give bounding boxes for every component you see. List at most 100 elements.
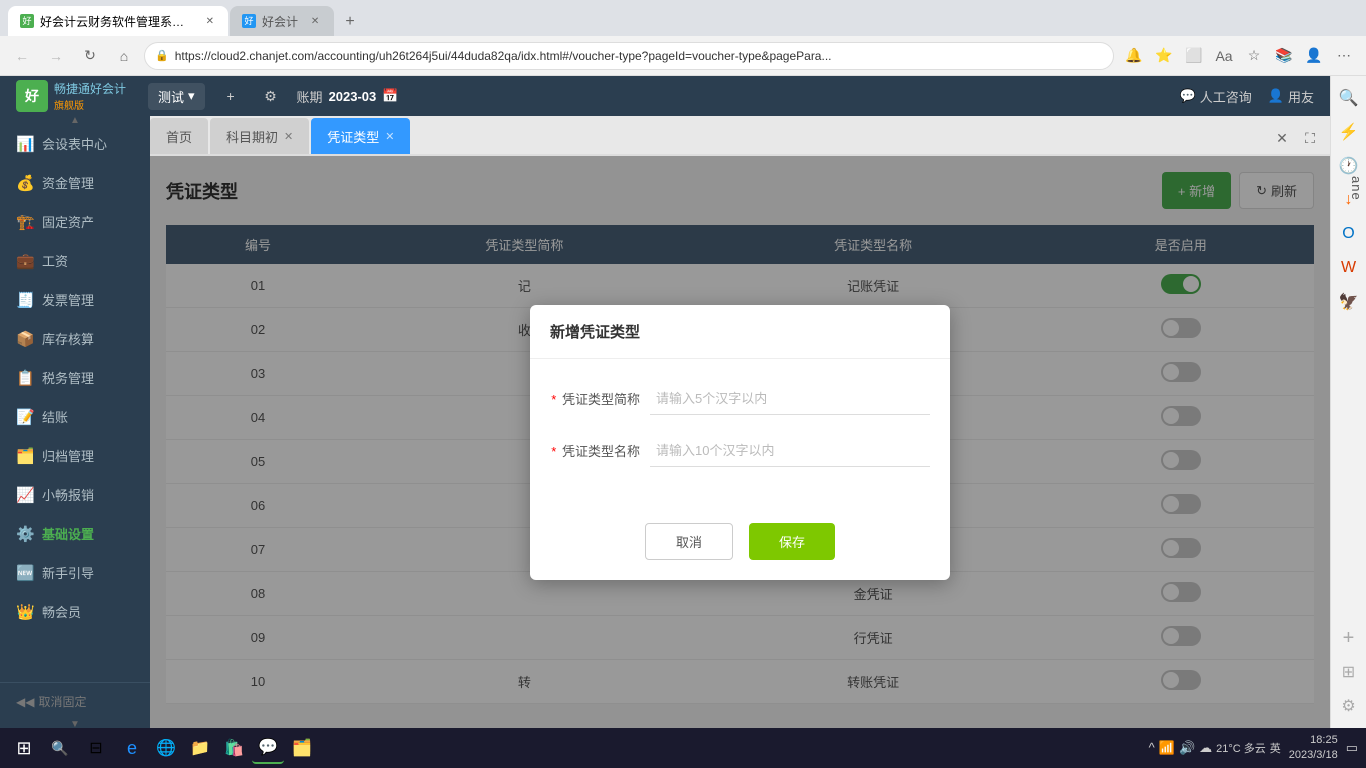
more-button[interactable]: ⋯ [1330,42,1358,70]
tab-minimize-btn[interactable]: ✕ [1270,126,1294,150]
bookmark-button[interactable]: ⭐ [1150,42,1178,70]
favorites-button[interactable]: ☆ [1240,42,1268,70]
start-button[interactable]: ⊞ [8,732,40,764]
extensions-button[interactable]: 🔔 [1120,42,1148,70]
new-tab-button[interactable]: + [336,8,364,36]
address-bar[interactable]: 🔒 https://cloud2.chanjet.com/accounting/… [144,42,1114,70]
save-button[interactable]: 保存 [749,523,835,560]
taskbar-app-view[interactable]: ⊟ [80,732,112,764]
taskbar-pinned-apps: e 🌐 📁 🛍️ 💬 🗂️ [116,732,318,764]
plus-sidebar-btn[interactable]: + [1335,624,1363,652]
browser-tab-inactive[interactable]: 好 好会计 ✕ [230,6,334,36]
sidebar-label-inventory: 库存核算 [42,329,94,348]
abbr-form-row: * 凭证类型简称 [550,383,930,415]
tab-close-2[interactable]: ✕ [308,14,322,28]
browser-tab-active[interactable]: 好 好会计云财务软件管理系统_会计 ✕ [8,6,228,36]
tray-volume[interactable]: 🔊 [1179,740,1195,756]
name-label: * 凭证类型名称 [550,441,650,460]
grid-sidebar-btn[interactable]: ⊞ [1335,658,1363,686]
account-button[interactable]: 👤 [1300,42,1328,70]
lock-icon: 🔒 [155,49,169,62]
taskbar-files-app[interactable]: 📁 [184,732,216,764]
user-btn[interactable]: 👤 用友 [1268,87,1314,106]
sidebar: ▲ 📊 会设表中心 💰 资金管理 🏗️ 固定资产 💼 工资 🧾 发票管理 [0,116,150,728]
sidebar-item-report[interactable]: 📈 小畅报销 [0,475,150,514]
company-selector[interactable]: 测试 ▾ [148,83,205,110]
modal-overlay: 新增凭证类型 * 凭证类型简称 [150,156,1330,728]
tray-icons: ^ 📶 🔊 ☁ 21°C 多云 英 [1149,740,1281,756]
cancel-button[interactable]: 取消 [645,523,733,560]
sidebar-scroll-down[interactable]: ▼ [0,720,150,728]
sidebar-item-settlement[interactable]: 📝 结账 [0,397,150,436]
add-voucher-type-modal: 新增凭证类型 * 凭证类型简称 [530,305,950,580]
home-button[interactable]: ⌂ [110,42,138,70]
sidebar-item-assets[interactable]: 🏗️ 固定资产 [0,202,150,241]
sidebar-item-guide[interactable]: 🆕 新手引导 [0,553,150,592]
tab-title-1: 好会计云财务软件管理系统_会计 [40,13,194,30]
sidebar-scroll-up[interactable]: ▲ [0,116,150,124]
taskbar-store-app[interactable]: 🛍️ [218,732,250,764]
member-icon: 👑 [16,603,34,621]
tab-controls: ✕ ⛶ [1262,126,1330,154]
search-sidebar-btn[interactable]: 🔍 [1335,84,1363,112]
sidebar-item-archive[interactable]: 🗂️ 归档管理 [0,436,150,475]
add-company-btn[interactable]: + [217,82,245,110]
forward-button[interactable]: → [42,42,70,70]
sidebar-item-member[interactable]: 👑 畅会员 [0,592,150,631]
tab-home[interactable]: 首页 [150,118,208,154]
tab-voucher-type[interactable]: 凭证类型 ✕ [311,118,410,154]
tray-chevron[interactable]: ^ [1149,740,1155,756]
sidebar-footer[interactable]: ◀◀ 取消固定 [0,682,150,720]
tab-close-1[interactable]: ✕ [204,14,216,28]
tray-network[interactable]: 📶 [1159,740,1175,756]
tab-voucher-close[interactable]: ✕ [385,130,394,143]
consult-icon: 💬 [1180,88,1196,104]
tools-sidebar-btn[interactable]: 🦅 [1335,288,1363,316]
tab-subject-close[interactable]: ✕ [284,130,293,143]
sidebar-label-guide: 新手引导 [42,563,94,582]
tab-subject[interactable]: 科目期初 ✕ [210,118,309,154]
sidebar-label-settlement: 结账 [42,407,68,426]
name-form-row: * 凭证类型名称 [550,435,930,467]
show-desktop-btn[interactable]: ▭ [1346,740,1358,756]
abbr-input[interactable] [650,383,930,415]
report-icon: 📈 [16,486,34,504]
sidebar-label-dashboard: 会设表中心 [42,134,107,153]
sidebar-item-tax[interactable]: 📋 税务管理 [0,358,150,397]
settings-header-btn[interactable]: ⚙ [257,82,285,110]
taskbar-weixin-app[interactable]: 💬 [252,732,284,764]
logo-icon: 好 [16,80,48,112]
settings-sidebar-btn[interactable]: ⚙ [1335,692,1363,720]
taskbar-search-btn[interactable]: 🔍 [44,732,76,764]
dashboard-icon: 📊 [16,135,34,153]
collections-button[interactable]: 📚 [1270,42,1298,70]
sidebar-item-settings[interactable]: ⚙️ 基础设置 [0,514,150,553]
back-button[interactable]: ← [8,42,36,70]
tab-groups-button[interactable]: ⬜ [1180,42,1208,70]
taskbar-chrome-app[interactable]: 🌐 [150,732,182,764]
zoom-button[interactable]: Aa [1210,42,1238,70]
taskbar-folder-app[interactable]: 🗂️ [286,732,318,764]
name-input[interactable] [650,435,930,467]
ane-label: ane [1349,176,1364,201]
period-calendar-icon[interactable]: 📅 [382,88,398,104]
sidebar-item-dashboard[interactable]: 📊 会设表中心 [0,124,150,163]
sidebar-item-inventory[interactable]: 📦 库存核算 [0,319,150,358]
sidebar-item-salary[interactable]: 💼 工资 [0,241,150,280]
sidebar-item-capital[interactable]: 💰 资金管理 [0,163,150,202]
save-label: 保存 [779,535,805,550]
content-area: 凭证类型 + 新增 ↻ 刷新 编号 [150,156,1330,728]
app-header: 好 畅捷通好会计 旗舰版 测试 ▾ + ⚙ 账期 2023-03 📅 💬 人工咨… [0,76,1330,116]
tab-expand-btn[interactable]: ⛶ [1298,126,1322,150]
sidebar-footer-label: 取消固定 [38,693,86,710]
taskbar-clock[interactable]: 18:25 2023/3/18 [1289,733,1338,764]
header-actions: 💬 人工咨询 👤 用友 [1180,87,1314,106]
reload-button[interactable]: ↻ [76,42,104,70]
taskbar-edge-app[interactable]: e [116,732,148,764]
consult-btn[interactable]: 💬 人工咨询 [1180,87,1252,106]
favorites-sidebar-btn[interactable]: ⚡ [1335,118,1363,146]
office-sidebar-btn[interactable]: W [1335,254,1363,282]
outlook-sidebar-btn[interactable]: O [1335,220,1363,248]
sidebar-item-invoice[interactable]: 🧾 发票管理 [0,280,150,319]
language-indicator[interactable]: 英 [1270,740,1281,756]
